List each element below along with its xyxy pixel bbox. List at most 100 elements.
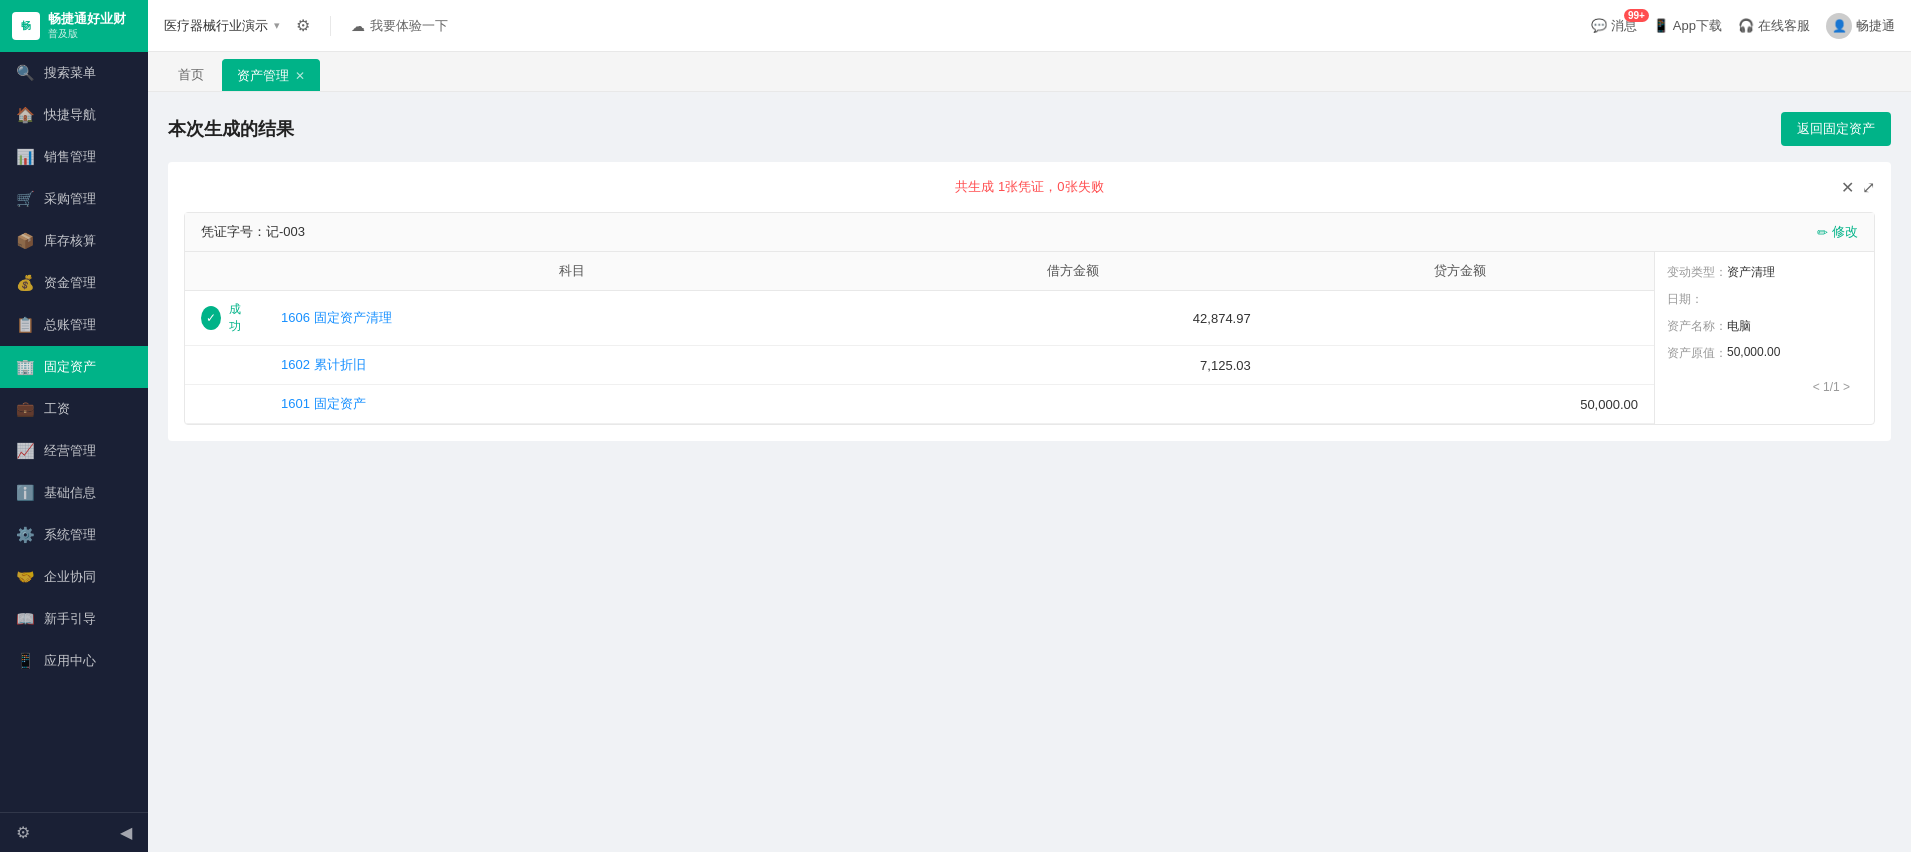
close-panel-button[interactable]: ✕ bbox=[1841, 178, 1854, 197]
user-label: 畅捷通 bbox=[1856, 17, 1895, 35]
online-service-icon: 🎧 bbox=[1738, 18, 1754, 33]
capital-icon: 💰 bbox=[16, 274, 34, 292]
sidebar-item-guide[interactable]: 📖 新手引导 bbox=[0, 598, 148, 640]
col-credit: 贷方金额 bbox=[1267, 252, 1654, 291]
sidebar-subtitle: 普及版 bbox=[48, 27, 126, 41]
settings-gear-icon[interactable]: ⚙ bbox=[296, 16, 310, 35]
col-subject: 科目 bbox=[265, 252, 879, 291]
sidebar-item-enterprise[interactable]: 🤝 企业协同 bbox=[0, 556, 148, 598]
topbar: 医疗器械行业演示 ▾ ⚙ ☁ 我要体验一下 💬 消息 99+ 📱 App下载 🎧… bbox=[148, 0, 1911, 52]
fixed-assets-icon: 🏢 bbox=[16, 358, 34, 376]
enterprise-icon: 🤝 bbox=[16, 568, 34, 586]
tabbar: 首页 资产管理 ✕ bbox=[148, 52, 1911, 92]
credit-cell: 50,000.00 bbox=[1267, 385, 1654, 424]
row-status-cell: ✓ 成功 bbox=[185, 291, 265, 346]
result-fail: 0 bbox=[1057, 179, 1064, 194]
sidebar-item-capital[interactable]: 💰 资金管理 bbox=[0, 262, 148, 304]
content-area: 本次生成的结果 返回固定资产 ✕ ⤢ 共生成 1张凭证，0张失败 凭证字号：记-… bbox=[148, 92, 1911, 852]
date-label: 日期： bbox=[1667, 291, 1727, 308]
original-value-label: 资产原值： bbox=[1667, 345, 1727, 362]
subject-cell[interactable]: 1601 固定资产 bbox=[265, 385, 879, 424]
app-center-label: 应用中心 bbox=[44, 652, 96, 670]
result-box: ✕ ⤢ 共生成 1张凭证，0张失败 凭证字号：记-003 ✏ 修改 bbox=[168, 162, 1891, 441]
experience-icon: ☁ bbox=[351, 18, 365, 34]
change-type-label: 变动类型： bbox=[1667, 264, 1727, 281]
row-empty-cell bbox=[185, 385, 265, 424]
sidebar-item-system[interactable]: ⚙️ 系统管理 bbox=[0, 514, 148, 556]
return-fixed-assets-button[interactable]: 返回固定资产 bbox=[1781, 112, 1891, 146]
subject-cell[interactable]: 1606 固定资产清理 bbox=[265, 291, 879, 346]
date-row: 日期： bbox=[1667, 291, 1862, 308]
system-label: 系统管理 bbox=[44, 526, 96, 544]
collapse-icon[interactable]: ◀ bbox=[120, 823, 132, 842]
voucher-card: 凭证字号：记-003 ✏ 修改 科目 借方金额 贷 bbox=[184, 212, 1875, 425]
success-icon: ✓ bbox=[201, 306, 221, 330]
table-row: ✓ 成功 1606 固定资产清理 42,874.97 bbox=[185, 291, 1654, 346]
operations-icon: 📈 bbox=[16, 442, 34, 460]
col-debit: 借方金额 bbox=[879, 252, 1266, 291]
page-title: 本次生成的结果 bbox=[168, 117, 294, 141]
tab-asset-mgmt[interactable]: 资产管理 ✕ bbox=[222, 59, 320, 91]
row-empty-cell bbox=[185, 346, 265, 385]
message-btn[interactable]: 💬 消息 99+ bbox=[1591, 17, 1637, 35]
sidebar-item-quick-nav[interactable]: 🏠 快捷导航 bbox=[0, 94, 148, 136]
company-selector[interactable]: 医疗器械行业演示 ▾ bbox=[164, 17, 280, 35]
fixed-assets-label: 固定资产 bbox=[44, 358, 96, 376]
subject-cell[interactable]: 1602 累计折旧 bbox=[265, 346, 879, 385]
tab-close-icon[interactable]: ✕ bbox=[295, 69, 305, 83]
change-type-value: 资产清理 bbox=[1727, 264, 1775, 281]
app-center-icon: 📱 bbox=[16, 652, 34, 670]
sidebar-title: 畅捷通好业财 bbox=[48, 11, 126, 28]
voucher-table: 科目 借方金额 贷方金额 ✓ 成功 1606 固定资产清理 42,874.97 bbox=[185, 252, 1654, 424]
debit-cell bbox=[879, 385, 1266, 424]
sidebar-item-app-center[interactable]: 📱 应用中心 bbox=[0, 640, 148, 682]
voucher-header: 凭证字号：记-003 ✏ 修改 bbox=[185, 213, 1874, 252]
voucher-edit-btn[interactable]: ✏ 修改 bbox=[1817, 223, 1858, 241]
logo-abbr: 畅 bbox=[21, 19, 31, 33]
search-label: 搜索菜单 bbox=[44, 64, 96, 82]
debit-cell: 42,874.97 bbox=[879, 291, 1266, 346]
salary-icon: 💼 bbox=[16, 400, 34, 418]
tab-home[interactable]: 首页 bbox=[164, 59, 218, 91]
sales-label: 销售管理 bbox=[44, 148, 96, 166]
user-avatar-btn[interactable]: 👤 畅捷通 bbox=[1826, 13, 1895, 39]
voucher-pagination[interactable]: < 1/1 > bbox=[1667, 372, 1862, 402]
sidebar-item-basic-info[interactable]: ℹ️ 基础信息 bbox=[0, 472, 148, 514]
basic-info-label: 基础信息 bbox=[44, 484, 96, 502]
capital-label: 资金管理 bbox=[44, 274, 96, 292]
sidebar-item-sales[interactable]: 📊 销售管理 bbox=[0, 136, 148, 178]
ledger-label: 总账管理 bbox=[44, 316, 96, 334]
sidebar-item-purchase[interactable]: 🛒 采购管理 bbox=[0, 178, 148, 220]
online-service-btn[interactable]: 🎧 在线客服 bbox=[1738, 17, 1810, 35]
table-row: 1602 累计折旧 7,125.03 bbox=[185, 346, 1654, 385]
voucher-body: 科目 借方金额 贷方金额 ✓ 成功 1606 固定资产清理 42,874.97 bbox=[185, 252, 1874, 424]
voucher-number: 凭证字号：记-003 bbox=[201, 223, 305, 241]
main: 医疗器械行业演示 ▾ ⚙ ☁ 我要体验一下 💬 消息 99+ 📱 App下载 🎧… bbox=[148, 0, 1911, 852]
sidebar-item-ledger[interactable]: 📋 总账管理 bbox=[0, 304, 148, 346]
voucher-side-panel: 变动类型： 资产清理 日期： 资产名称： 电脑 资产原值： bbox=[1654, 252, 1874, 424]
edit-label: 修改 bbox=[1832, 223, 1858, 241]
sidebar-item-search[interactable]: 🔍 搜索菜单 bbox=[0, 52, 148, 94]
quick-nav-label: 快捷导航 bbox=[44, 106, 96, 124]
system-icon: ⚙️ bbox=[16, 526, 34, 544]
inventory-label: 库存核算 bbox=[44, 232, 96, 250]
original-value-value: 50,000.00 bbox=[1727, 345, 1780, 359]
sidebar-header: 畅 畅捷通好业财 普及版 bbox=[0, 0, 148, 52]
result-count: 1 bbox=[998, 179, 1005, 194]
purchase-icon: 🛒 bbox=[16, 190, 34, 208]
message-icon: 💬 bbox=[1591, 18, 1607, 33]
enterprise-label: 企业协同 bbox=[44, 568, 96, 586]
sidebar-item-operations[interactable]: 📈 经营管理 bbox=[0, 430, 148, 472]
expand-panel-button[interactable]: ⤢ bbox=[1862, 178, 1875, 197]
company-name: 医疗器械行业演示 bbox=[164, 17, 268, 35]
col-status bbox=[185, 252, 265, 291]
avatar: 👤 bbox=[1826, 13, 1852, 39]
app-download-btn[interactable]: 📱 App下载 bbox=[1653, 17, 1722, 35]
original-value-row: 资产原值： 50,000.00 bbox=[1667, 345, 1862, 362]
message-badge: 99+ bbox=[1624, 9, 1649, 22]
sidebar-item-inventory[interactable]: 📦 库存核算 bbox=[0, 220, 148, 262]
sidebar-item-salary[interactable]: 💼 工资 bbox=[0, 388, 148, 430]
experience-btn[interactable]: ☁ 我要体验一下 bbox=[351, 17, 448, 35]
settings-icon[interactable]: ⚙ bbox=[16, 823, 30, 842]
sidebar-item-fixed-assets[interactable]: 🏢 固定资产 bbox=[0, 346, 148, 388]
